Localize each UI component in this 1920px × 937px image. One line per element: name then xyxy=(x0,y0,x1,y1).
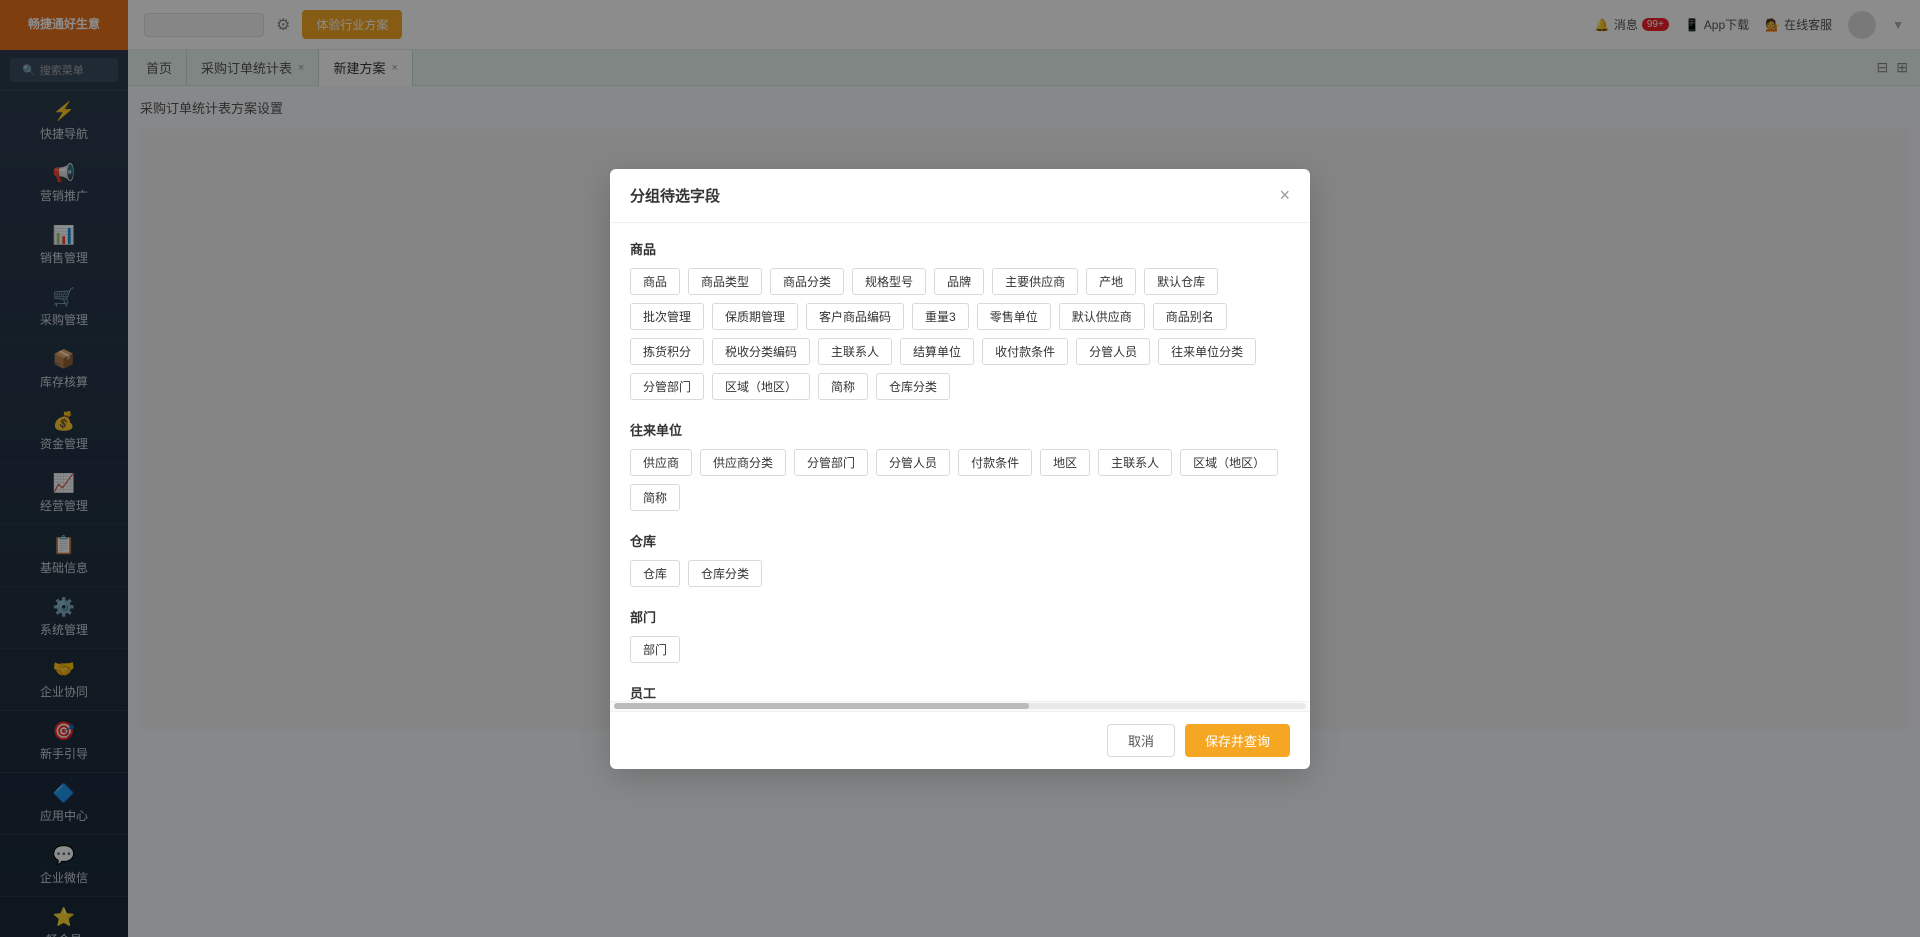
field-tag-customer-code[interactable]: 客户商品编码 xyxy=(806,303,904,330)
field-tag-source-unit-cat[interactable]: 往来单位分类 xyxy=(1158,338,1256,365)
modal-footer: 取消 保存并查询 xyxy=(610,711,1310,769)
field-tag-department[interactable]: 部门 xyxy=(630,636,680,663)
field-grid-dept: 部门 xyxy=(630,636,1290,663)
field-tag-manager[interactable]: 分管人员 xyxy=(1076,338,1150,365)
field-tag-abbr-partner[interactable]: 简称 xyxy=(630,484,680,511)
field-grid-warehouse: 仓库仓库分类 xyxy=(630,560,1290,587)
field-tag-dept-partner[interactable]: 分管部门 xyxy=(794,449,868,476)
field-tag-goods-alias[interactable]: 商品别名 xyxy=(1153,303,1227,330)
field-tag-tax-code[interactable]: 税收分类编码 xyxy=(712,338,810,365)
section-title-dept: 部门 xyxy=(630,607,1290,626)
modal-close-button[interactable]: × xyxy=(1279,186,1290,204)
hscroll-thumb xyxy=(614,703,1029,709)
field-tag-region-goods[interactable]: 区域（地区） xyxy=(712,373,810,400)
field-tag-settle-unit[interactable]: 结算单位 xyxy=(900,338,974,365)
field-tag-retail-unit[interactable]: 零售单位 xyxy=(977,303,1051,330)
field-tag-weight3[interactable]: 重量3 xyxy=(912,303,969,330)
field-tag-main-supplier[interactable]: 主要供应商 xyxy=(992,268,1078,295)
section-title-staff: 员工 xyxy=(630,683,1290,701)
field-tag-pick-score[interactable]: 拣货积分 xyxy=(630,338,704,365)
save-query-button[interactable]: 保存并查询 xyxy=(1185,724,1290,757)
section-title-warehouse: 仓库 xyxy=(630,531,1290,550)
field-tag-warehouse-cat-goods[interactable]: 仓库分类 xyxy=(876,373,950,400)
section-dept: 部门部门 xyxy=(630,607,1290,663)
modal-body: 商品商品商品类型商品分类规格型号品牌主要供应商产地默认仓库批次管理保质期管理客户… xyxy=(610,223,1310,701)
field-select-modal: 分组待选字段 × 商品商品商品类型商品分类规格型号品牌主要供应商产地默认仓库批次… xyxy=(610,169,1310,769)
section-warehouse: 仓库仓库仓库分类 xyxy=(630,531,1290,587)
field-grid-partner: 供应商供应商分类分管部门分管人员付款条件地区主联系人区域（地区） 简称 xyxy=(630,449,1290,511)
section-title-partner: 往来单位 xyxy=(630,420,1290,439)
section-goods: 商品商品商品类型商品分类规格型号品牌主要供应商产地默认仓库批次管理保质期管理客户… xyxy=(630,239,1290,400)
modal-header: 分组待选字段 × xyxy=(610,169,1310,223)
field-tag-region-partner[interactable]: 地区 xyxy=(1040,449,1090,476)
section-staff: 员工业务员 xyxy=(630,683,1290,701)
field-tag-person-managed[interactable]: 分管人员 xyxy=(876,449,950,476)
field-tag-goods-category[interactable]: 商品分类 xyxy=(770,268,844,295)
field-tag-default-warehouse[interactable]: 默认仓库 xyxy=(1144,268,1218,295)
field-tag-wh[interactable]: 仓库 xyxy=(630,560,680,587)
field-tag-wh-cat[interactable]: 仓库分类 xyxy=(688,560,762,587)
field-tag-payment-cond[interactable]: 付款条件 xyxy=(958,449,1032,476)
field-tag-dept-managed[interactable]: 分管部门 xyxy=(630,373,704,400)
hscroll-track xyxy=(614,703,1306,709)
section-title-goods: 商品 xyxy=(630,239,1290,258)
field-tag-batch-mgmt[interactable]: 批次管理 xyxy=(630,303,704,330)
field-tag-contact-partner[interactable]: 主联系人 xyxy=(1098,449,1172,476)
modal-title: 分组待选字段 xyxy=(630,185,720,206)
field-tag-origin[interactable]: 产地 xyxy=(1086,268,1136,295)
field-tag-shelf-life[interactable]: 保质期管理 xyxy=(712,303,798,330)
field-tag-default-supplier[interactable]: 默认供应商 xyxy=(1059,303,1145,330)
field-tag-supplier[interactable]: 供应商 xyxy=(630,449,692,476)
field-tag-supplier-cat[interactable]: 供应商分类 xyxy=(700,449,786,476)
field-grid-goods: 商品商品类型商品分类规格型号品牌主要供应商产地默认仓库批次管理保质期管理客户商品… xyxy=(630,268,1290,400)
section-partner: 往来单位供应商供应商分类分管部门分管人员付款条件地区主联系人区域（地区） 简称 xyxy=(630,420,1290,511)
field-tag-main-contact[interactable]: 主联系人 xyxy=(818,338,892,365)
cancel-button[interactable]: 取消 xyxy=(1107,724,1175,757)
field-tag-payment-terms[interactable]: 收付款条件 xyxy=(982,338,1068,365)
modal-hscroll xyxy=(610,701,1310,711)
field-tag-goods-spec[interactable]: 规格型号 xyxy=(852,268,926,295)
field-tag-abbr-goods[interactable]: 简称 xyxy=(818,373,868,400)
field-tag-region-partner2[interactable]: 区域（地区） xyxy=(1180,449,1278,476)
field-tag-goods-type[interactable]: 商品类型 xyxy=(688,268,762,295)
field-tag-brand[interactable]: 品牌 xyxy=(934,268,984,295)
field-tag-goods-name[interactable]: 商品 xyxy=(630,268,680,295)
